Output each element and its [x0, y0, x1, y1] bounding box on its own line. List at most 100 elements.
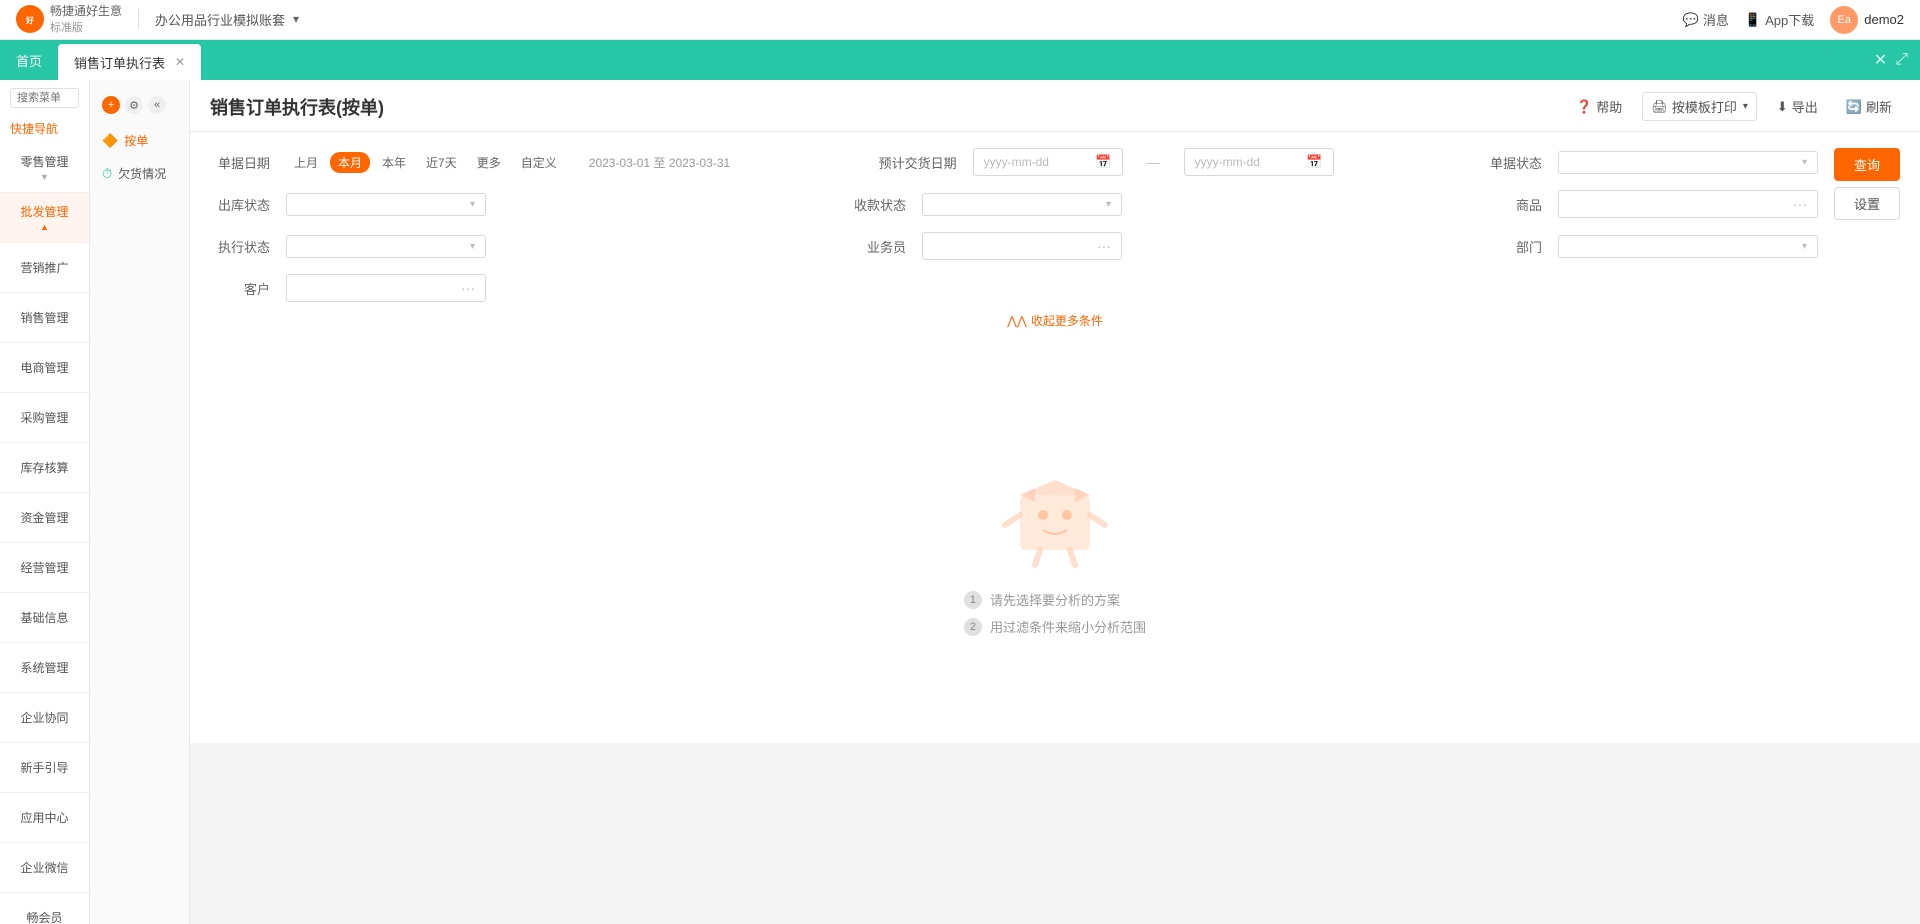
settings-btn[interactable]: 设置	[1834, 187, 1900, 220]
sub-sidebar-collapse-btn[interactable]: «	[148, 96, 166, 114]
help-btn[interactable]: ❓ 帮助	[1568, 93, 1630, 120]
sidebar-item-wechat[interactable]: 企业微信	[0, 843, 89, 893]
close-window-icon[interactable]: ✕	[1874, 50, 1887, 70]
department-select[interactable]: ▾	[1558, 235, 1818, 258]
sidebar-item-retail[interactable]: 零售管理 ▼	[0, 143, 89, 193]
home-tab-label: 首页	[16, 51, 42, 70]
overdue-icon: ⏱	[102, 166, 112, 182]
template-print-btn[interactable]: 🖨 按模板打印 ▾	[1642, 92, 1757, 121]
sub-sidebar-header: + ⚙ «	[90, 90, 189, 124]
date-separator: —	[1139, 155, 1168, 170]
page-title: 销售订单执行表(按单)	[210, 94, 384, 120]
tip-num-2: 2	[964, 618, 982, 636]
search-input[interactable]	[10, 88, 79, 108]
payment-status-label: 收款状态	[846, 195, 906, 214]
sidebar-item-enterprise[interactable]: 企业协同	[0, 693, 89, 743]
exec-status-select[interactable]: ▾	[286, 235, 486, 258]
date-tab-custom[interactable]: 自定义	[513, 152, 565, 173]
sidebar-item-inventory[interactable]: 库存核算	[0, 443, 89, 493]
date-tab-last-7[interactable]: 近7天	[418, 152, 465, 173]
date-to-picker[interactable]: yyyy-mm-dd 📅	[1184, 148, 1334, 176]
query-btn[interactable]: 查询	[1834, 148, 1900, 181]
sidebar-item-marketing[interactable]: 营销推广	[0, 243, 89, 293]
delivery-status-select[interactable]: ▾	[286, 193, 486, 216]
sidebar-item-member[interactable]: 畅会员	[0, 893, 89, 924]
tab-bar-actions: ✕ ⤢	[1874, 40, 1920, 80]
order-status-label: 单据状态	[1482, 153, 1542, 172]
sidebar-item-finance[interactable]: 资金管理	[0, 493, 89, 543]
by-order-icon: 🔶	[102, 133, 118, 149]
sidebar-item-basics[interactable]: 基础信息	[0, 593, 89, 643]
filter-row-4: 客户 ···	[210, 274, 1818, 302]
chevron-down-icon: ▾	[293, 12, 299, 26]
sidebar-item-purchase[interactable]: 采购管理	[0, 393, 89, 443]
print-dropdown-arrow: ▾	[1743, 101, 1748, 112]
sales-order-tab-label: 销售订单执行表	[74, 53, 165, 72]
sidebar-item-ecommerce[interactable]: 电商管理	[0, 343, 89, 393]
wechat-label: 企业微信	[20, 859, 68, 876]
tab-bar: 首页 销售订单执行表 ✕ ✕ ⤢	[0, 40, 1920, 80]
sub-sidebar-item-overdue[interactable]: ⏱ 欠货情况	[90, 157, 189, 190]
tip-text-1: 请先选择要分析的方案	[990, 590, 1120, 609]
logo-icon: 好	[16, 5, 44, 33]
date-label: 单据日期	[210, 153, 270, 172]
top-bar-left: 好 畅捷通好生意 标准版 办公用品行业模拟账套 ▾	[16, 4, 299, 34]
date-to-placeholder: yyyy-mm-dd	[1195, 155, 1260, 169]
sub-sidebar-add-btn[interactable]: +	[102, 96, 120, 114]
sub-sidebar-item-by-order[interactable]: 🔶 按单	[90, 124, 189, 157]
tab-home[interactable]: 首页	[0, 40, 58, 80]
order-status-select[interactable]: ▾	[1558, 151, 1818, 174]
export-icon: ⬇	[1777, 99, 1788, 115]
sidebar-item-newbie[interactable]: 新手引导	[0, 743, 89, 793]
filter-row-3: 执行状态 ▾ 业务员 ··· 部门	[210, 232, 1818, 260]
download-icon: 📱	[1745, 12, 1761, 28]
date-tabs: 上月 本月 本年 近7天 更多 自定义	[286, 152, 565, 173]
goods-select[interactable]: ···	[1558, 190, 1818, 218]
app-download-btn[interactable]: 📱 App下载	[1745, 10, 1814, 29]
member-label: 畅会员	[26, 909, 62, 924]
logo-text-wrap: 畅捷通好生意 标准版	[50, 4, 122, 34]
order-status-arrow: ▾	[1802, 157, 1807, 168]
svg-text:好: 好	[25, 15, 34, 25]
collapse-filters-btn[interactable]: ⋀⋀ 收起更多条件	[995, 308, 1115, 333]
user-profile[interactable]: Ea demo2	[1830, 6, 1904, 34]
maximize-window-icon[interactable]: ⤢	[1895, 51, 1908, 69]
sidebar-item-wholesale[interactable]: 批发管理 ▲	[0, 193, 89, 243]
date-from-picker[interactable]: yyyy-mm-dd 📅	[973, 148, 1123, 176]
user-name: demo2	[1864, 12, 1904, 27]
sidebar-item-operations[interactable]: 经营管理	[0, 543, 89, 593]
empty-tip-1: 1 请先选择要分析的方案	[964, 590, 1146, 609]
payment-status-select[interactable]: ▾	[922, 193, 1122, 216]
salesperson-input[interactable]: ···	[922, 232, 1122, 260]
collapse-up-icon: ⋀⋀	[1007, 314, 1027, 328]
export-btn[interactable]: ⬇ 导出	[1769, 93, 1826, 120]
delivery-status-label: 出库状态	[210, 195, 270, 214]
sidebar-item-apps[interactable]: 应用中心	[0, 793, 89, 843]
operations-label: 经营管理	[20, 559, 68, 576]
sidebar-item-system[interactable]: 系统管理	[0, 643, 89, 693]
date-range-text: 2023-03-01 至 2023-03-31	[589, 154, 730, 171]
sidebar-item-sales[interactable]: 销售管理	[0, 293, 89, 343]
page-header: 销售订单执行表(按单) ❓ 帮助 🖨 按模板打印 ▾ ⬇ 导出 🔄 刷新	[190, 80, 1920, 132]
sub-sidebar: + ⚙ « 🔶 按单 ⏱ 欠货情况	[90, 80, 190, 924]
refresh-btn[interactable]: 🔄 刷新	[1838, 93, 1900, 120]
inventory-label: 库存核算	[20, 459, 68, 476]
date-tab-more[interactable]: 更多	[469, 152, 509, 173]
tab-sales-order[interactable]: 销售订单执行表 ✕	[58, 44, 201, 80]
date-tab-last-month[interactable]: 上月	[286, 152, 326, 173]
wholesale-label: 批发管理	[20, 203, 68, 220]
message-btn[interactable]: 💬 消息	[1683, 10, 1729, 29]
empty-illustration	[995, 450, 1115, 570]
app-title-dropdown[interactable]: ▾	[293, 12, 299, 26]
date-tab-current-month[interactable]: 本月	[330, 152, 370, 173]
salesperson-label: 业务员	[846, 237, 906, 256]
sub-sidebar-settings-btn[interactable]: ⚙	[125, 96, 143, 114]
apps-label: 应用中心	[20, 809, 68, 826]
print-icon: 🖨	[1651, 99, 1668, 115]
marketing-label: 营销推广	[20, 259, 68, 276]
tab-close-icon[interactable]: ✕	[175, 55, 185, 69]
customer-input[interactable]: ···	[286, 274, 486, 302]
date-tab-current-year[interactable]: 本年	[374, 152, 414, 173]
sidebar: 快捷导航 零售管理 ▼ 批发管理 ▲ 营销推广 销售管理 电商管理 采购管理 库…	[0, 80, 90, 924]
payment-status-arrow: ▾	[1106, 199, 1111, 210]
